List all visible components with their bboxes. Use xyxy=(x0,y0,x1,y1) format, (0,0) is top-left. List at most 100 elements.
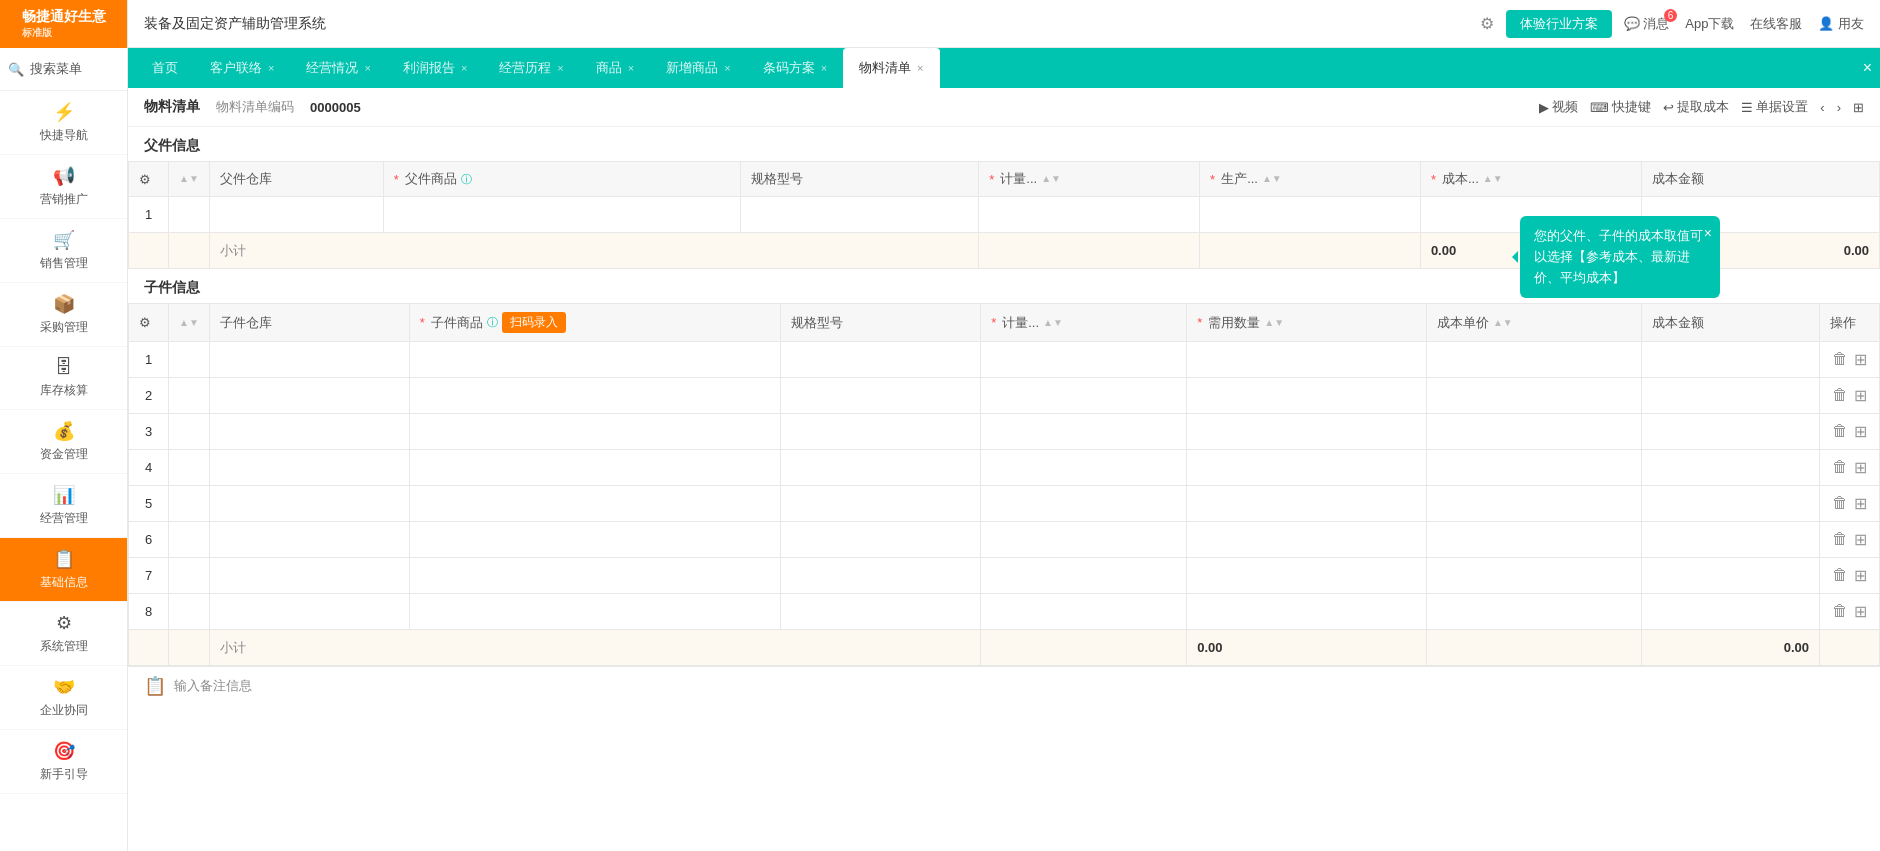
sidebar-item-basic[interactable]: 📋 基础信息 xyxy=(0,538,127,602)
sidebar-item-finance[interactable]: 💰 资金管理 xyxy=(0,410,127,474)
child-row-5-unit[interactable] xyxy=(981,486,1187,522)
extract-cost-action[interactable]: ↩ 提取成本 xyxy=(1663,98,1729,116)
child-row-7-quantity[interactable] xyxy=(1187,558,1427,594)
child-row-4-quantity[interactable] xyxy=(1187,450,1427,486)
tab-customer[interactable]: 客户联络 × xyxy=(194,48,290,88)
copy-icon-4[interactable]: ⊞ xyxy=(1854,458,1867,477)
child-row-4-unit-cost[interactable] xyxy=(1426,450,1641,486)
parent-col-gear[interactable]: ⚙ xyxy=(129,162,169,197)
child-row-8-goods[interactable] xyxy=(409,594,780,630)
delete-icon-4[interactable]: 🗑 xyxy=(1832,458,1848,477)
delete-icon-2[interactable]: 🗑 xyxy=(1832,386,1848,405)
child-row-5-spec[interactable] xyxy=(781,486,981,522)
delete-icon-3[interactable]: 🗑 xyxy=(1832,422,1848,441)
child-row-2-unit[interactable] xyxy=(981,378,1187,414)
delete-icon-5[interactable]: 🗑 xyxy=(1832,494,1848,513)
single-setting-action[interactable]: ☰ 单据设置 xyxy=(1741,98,1808,116)
child-row-6-unit[interactable] xyxy=(981,522,1187,558)
child-row-8-unit[interactable] xyxy=(981,594,1187,630)
search-menu-button[interactable]: 🔍 搜索菜单 xyxy=(8,56,119,82)
copy-icon-6[interactable]: ⊞ xyxy=(1854,530,1867,549)
navtabs-close-all[interactable]: × xyxy=(1863,59,1872,77)
experience-btn[interactable]: 体验行业方案 xyxy=(1506,10,1612,38)
tab-barcode-close[interactable]: × xyxy=(821,62,827,74)
child-row-1-unit[interactable] xyxy=(981,342,1187,378)
tab-newgoods-close[interactable]: × xyxy=(724,62,730,74)
nav-prev[interactable]: ‹ xyxy=(1820,100,1824,115)
tab-history[interactable]: 经营历程 × xyxy=(483,48,579,88)
copy-icon-7[interactable]: ⊞ xyxy=(1854,566,1867,585)
child-row-8-unit-cost[interactable] xyxy=(1426,594,1641,630)
tab-home[interactable]: 首页 xyxy=(136,48,194,88)
child-row-5-warehouse[interactable] xyxy=(209,486,409,522)
child-row-8-spec[interactable] xyxy=(781,594,981,630)
tab-goods-close[interactable]: × xyxy=(628,62,634,74)
copy-icon-3[interactable]: ⊞ xyxy=(1854,422,1867,441)
parent-row-1-spec[interactable] xyxy=(741,197,979,233)
child-row-7-unit[interactable] xyxy=(981,558,1187,594)
shortcut-action[interactable]: ⌨ 快捷键 xyxy=(1590,98,1651,116)
child-row-8-warehouse[interactable] xyxy=(209,594,409,630)
parent-row-1-production[interactable] xyxy=(1200,197,1421,233)
sidebar-item-quicknav[interactable]: ⚡ 快捷导航 xyxy=(0,91,127,155)
message-badge[interactable]: 💬 6 消息 xyxy=(1624,15,1670,33)
delete-icon-7[interactable]: 🗑 xyxy=(1832,566,1848,585)
tab-customer-close[interactable]: × xyxy=(268,62,274,74)
delete-icon-8[interactable]: 🗑 xyxy=(1832,602,1848,621)
child-row-7-warehouse[interactable] xyxy=(209,558,409,594)
copy-icon-1[interactable]: ⊞ xyxy=(1854,350,1867,369)
copy-icon-2[interactable]: ⊞ xyxy=(1854,386,1867,405)
child-row-3-quantity[interactable] xyxy=(1187,414,1427,450)
child-row-2-goods[interactable] xyxy=(409,378,780,414)
tab-barcode[interactable]: 条码方案 × xyxy=(747,48,843,88)
tab-operation[interactable]: 经营情况 × xyxy=(290,48,386,88)
child-row-6-warehouse[interactable] xyxy=(209,522,409,558)
tab-bom[interactable]: 物料清单 × xyxy=(843,48,939,88)
sidebar-item-purchase[interactable]: 📦 采购管理 xyxy=(0,283,127,347)
tab-operation-close[interactable]: × xyxy=(364,62,370,74)
tooltip-close-btn[interactable]: × xyxy=(1704,222,1712,244)
online-service[interactable]: 在线客服 xyxy=(1750,15,1802,33)
child-row-3-unit[interactable] xyxy=(981,414,1187,450)
child-row-2-quantity[interactable] xyxy=(1187,378,1427,414)
child-row-4-spec[interactable] xyxy=(781,450,981,486)
child-row-1-spec[interactable] xyxy=(781,342,981,378)
child-row-5-goods[interactable] xyxy=(409,486,780,522)
child-row-7-spec[interactable] xyxy=(781,558,981,594)
settings-icon[interactable]: ⚙ xyxy=(1480,14,1494,33)
nav-next[interactable]: › xyxy=(1837,100,1841,115)
child-row-7-unit-cost[interactable] xyxy=(1426,558,1641,594)
child-row-2-spec[interactable] xyxy=(781,378,981,414)
child-row-1-quantity[interactable] xyxy=(1187,342,1427,378)
expand-icon[interactable]: ⊞ xyxy=(1853,100,1864,115)
tab-bom-close[interactable]: × xyxy=(917,62,923,74)
parent-row-1-warehouse[interactable] xyxy=(209,197,383,233)
sidebar-item-enterprise[interactable]: 🤝 企业协同 xyxy=(0,666,127,730)
sidebar-item-inventory[interactable]: 🗄 库存核算 xyxy=(0,347,127,410)
parent-row-1-goods[interactable] xyxy=(383,197,740,233)
child-row-3-spec[interactable] xyxy=(781,414,981,450)
child-row-6-unit-cost[interactable] xyxy=(1426,522,1641,558)
view-action[interactable]: ▶ 视频 xyxy=(1539,98,1578,116)
sidebar-item-system[interactable]: ⚙ 系统管理 xyxy=(0,602,127,666)
scan-input-btn[interactable]: 扫码录入 xyxy=(502,312,566,333)
child-row-8-quantity[interactable] xyxy=(1187,594,1427,630)
child-row-7-goods[interactable] xyxy=(409,558,780,594)
child-col-gear[interactable]: ⚙ xyxy=(129,304,169,342)
child-row-6-quantity[interactable] xyxy=(1187,522,1427,558)
child-row-1-unit-cost[interactable] xyxy=(1426,342,1641,378)
delete-icon-6[interactable]: 🗑 xyxy=(1832,530,1848,549)
child-row-4-warehouse[interactable] xyxy=(209,450,409,486)
sidebar-item-guide[interactable]: 🎯 新手引导 xyxy=(0,730,127,794)
child-row-3-unit-cost[interactable] xyxy=(1426,414,1641,450)
user-avatar[interactable]: 👤 用友 xyxy=(1818,15,1864,33)
note-placeholder[interactable]: 输入备注信息 xyxy=(174,677,252,695)
child-row-1-warehouse[interactable] xyxy=(209,342,409,378)
child-row-2-warehouse[interactable] xyxy=(209,378,409,414)
app-download[interactable]: App下载 xyxy=(1685,15,1734,33)
child-row-5-unit-cost[interactable] xyxy=(1426,486,1641,522)
child-row-2-unit-cost[interactable] xyxy=(1426,378,1641,414)
sidebar-item-marketing[interactable]: 📢 营销推广 xyxy=(0,155,127,219)
child-row-3-goods[interactable] xyxy=(409,414,780,450)
child-row-4-goods[interactable] xyxy=(409,450,780,486)
